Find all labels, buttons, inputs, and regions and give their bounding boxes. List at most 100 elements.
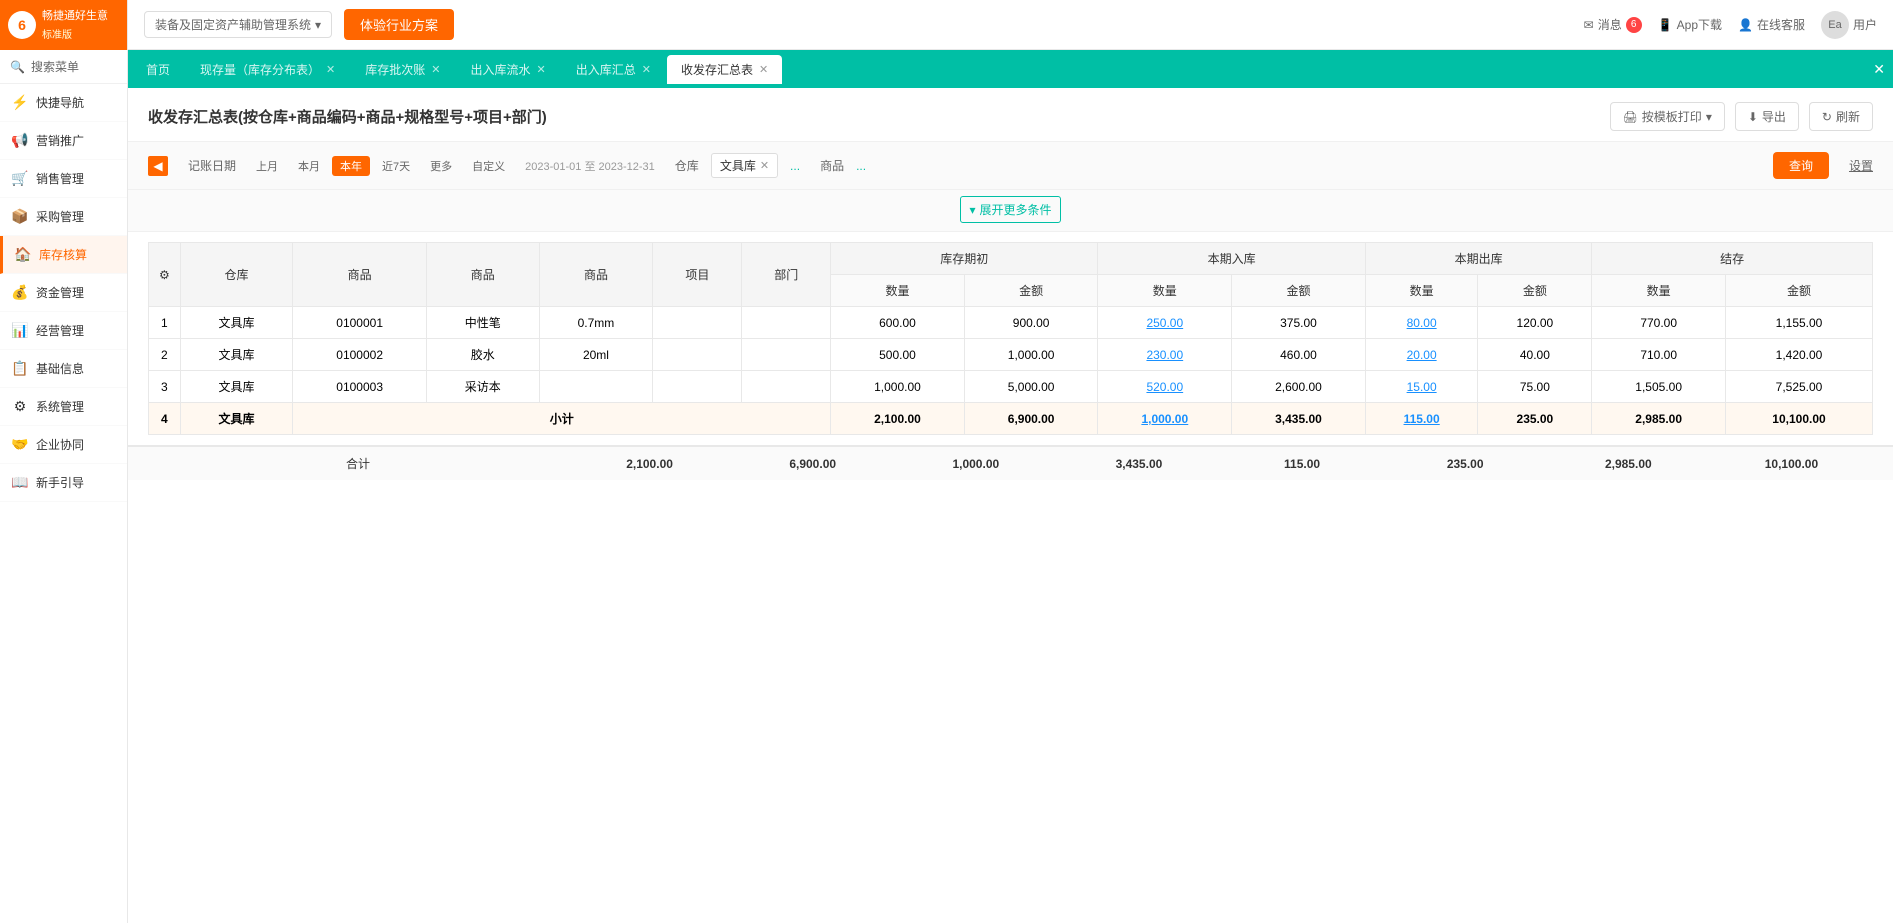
sidebar-label-collab: 企业协同 (36, 436, 84, 453)
tab-batch_account[interactable]: 库存批次账✕ (351, 55, 454, 84)
online-service-item[interactable]: 👤 在线客服 (1738, 16, 1805, 33)
sidebar-item-sales[interactable]: 🛒销售管理 (0, 160, 127, 198)
cell-in-qty-1[interactable]: 230.00 (1098, 339, 1232, 371)
date-btn-this-month[interactable]: 本月 (290, 156, 328, 176)
tab-in_out_flow[interactable]: 出入库流水✕ (456, 55, 559, 84)
subtotal-closing-amt: 10,100.00 (1726, 403, 1873, 435)
message-label: 消息 (1598, 16, 1622, 33)
date-btn-custom[interactable]: 自定义 (464, 156, 513, 176)
cell-closing-amt-2: 7,525.00 (1726, 371, 1873, 403)
tab-label-home: 首页 (146, 61, 170, 78)
search-icon: 🔍 (10, 60, 25, 74)
user-item[interactable]: Ea 用户 (1821, 11, 1877, 39)
cell-open-amt-0: 900.00 (964, 307, 1098, 339)
message-item[interactable]: ✉ 消息 6 (1584, 16, 1642, 33)
sidebar-logo: 6 畅捷通好生意 标准版 (0, 0, 127, 50)
cell-in-amt-2: 2,600.00 (1232, 371, 1366, 403)
cell-open-qty-0: 600.00 (831, 307, 965, 339)
date-btn-more[interactable]: 更多 (422, 156, 460, 176)
cell-project-1 (653, 339, 742, 371)
header-left: 装备及固定资产辅助管理系统 ▾ 体验行业方案 (144, 9, 454, 40)
col-out-amt-header: 金额 (1478, 275, 1592, 307)
col-department-header: 部门 (742, 243, 831, 307)
sidebar-item-finance[interactable]: 💰资金管理 (0, 274, 127, 312)
cell-closing-qty-2: 1,505.00 (1592, 371, 1726, 403)
logo-icon: 6 (8, 11, 36, 39)
tabs-container: 首页现存量（库存分布表）✕库存批次账✕出入库流水✕出入库汇总✕ 收发存汇总表 ✕ (132, 55, 1871, 84)
collab-icon: 🤝 (12, 437, 28, 453)
cell-no-2: 3 (149, 371, 181, 403)
warehouse-tag-text: 文具库 (720, 157, 756, 174)
col-opening-amt-header: 金额 (964, 275, 1098, 307)
tab-receive_send_summary[interactable]: 收发存汇总表 ✕ (667, 55, 782, 84)
col-closing-qty-header: 数量 (1592, 275, 1726, 307)
warehouse-tag-close[interactable]: ✕ (760, 159, 769, 172)
sidebar-search[interactable]: 🔍 搜索菜单 (0, 50, 127, 84)
export-button[interactable]: ⬇ 导出 (1735, 102, 1799, 131)
tab-close-receive_send_summary[interactable]: ✕ (759, 63, 768, 76)
system-icon: ⚙ (12, 399, 28, 415)
subtotal-out-amt: 235.00 (1478, 403, 1592, 435)
total-opening-amt: 6,900.00 (731, 457, 894, 471)
tab-home[interactable]: 首页 (132, 55, 184, 84)
tab-close-batch_account[interactable]: ✕ (431, 63, 440, 76)
subtotal-out-qty[interactable]: 115.00 (1365, 403, 1478, 435)
table-row: 1 文具库 0100001 中性笔 0.7mm 600.00 900.00 25… (149, 307, 1873, 339)
subtotal-open-qty: 2,100.00 (831, 403, 965, 435)
date-btn-7days[interactable]: 近7天 (374, 156, 418, 176)
table-body: 1 文具库 0100001 中性笔 0.7mm 600.00 900.00 25… (149, 307, 1873, 435)
subtotal-warehouse: 文具库 (180, 403, 293, 435)
refresh-button[interactable]: ↻ 刷新 (1809, 102, 1873, 131)
app-download-item[interactable]: 📱 App下载 (1658, 16, 1722, 33)
tab-label-receive_send_summary: 收发存汇总表 (681, 61, 753, 78)
system-selector[interactable]: 装备及固定资产辅助管理系统 ▾ (144, 11, 332, 38)
date-btn-this-year[interactable]: 本年 (332, 156, 370, 176)
warehouse-more[interactable]: ... (790, 159, 800, 173)
date-btn-last-month[interactable]: 上月 (248, 156, 286, 176)
user-label: 用户 (1853, 16, 1877, 33)
cell-open-amt-2: 5,000.00 (964, 371, 1098, 403)
print-button[interactable]: 🖨 按模板打印 ▾ (1610, 102, 1725, 131)
sidebar-item-collab[interactable]: 🤝 企业协同 (0, 426, 127, 464)
goods-more[interactable]: ... (856, 159, 866, 173)
col-in-qty-header: 数量 (1098, 275, 1232, 307)
tab-close-in_out_summary[interactable]: ✕ (642, 63, 651, 76)
try-button[interactable]: 体验行业方案 (344, 9, 454, 40)
filter-collapse-button[interactable]: ◀ (148, 156, 168, 176)
avatar: Ea (1821, 11, 1849, 39)
cell-out-qty-0[interactable]: 80.00 (1365, 307, 1478, 339)
bottom-total-bar: 合计 2,100.00 6,900.00 1,000.00 3,435.00 1… (128, 445, 1893, 480)
cell-out-qty-2[interactable]: 15.00 (1365, 371, 1478, 403)
query-button[interactable]: 查询 (1773, 152, 1829, 179)
tab-bar-close[interactable]: ✕ (1873, 61, 1885, 78)
sidebar-item-marketing[interactable]: 📢营销推广 (0, 122, 127, 160)
sidebar-item-quick[interactable]: ⚡快捷导航 (0, 84, 127, 122)
sidebar-item-basic[interactable]: 📋基础信息 (0, 350, 127, 388)
total-out-qty: 115.00 (1221, 457, 1384, 471)
tab-close-inventory_dist[interactable]: ✕ (326, 63, 335, 76)
expand-conditions-button[interactable]: ▾ 展开更多条件 (960, 196, 1060, 223)
col-closing-amt-header: 金额 (1726, 275, 1873, 307)
sidebar-item-guide[interactable]: 📖新手引导 (0, 464, 127, 502)
col-goods-spec-header: 商品 (539, 243, 653, 307)
tab-inventory_dist[interactable]: 现存量（库存分布表）✕ (186, 55, 349, 84)
date-shortcuts: 上月 本月 本年 近7天 更多 自定义 (248, 156, 513, 176)
subtotal-in-qty[interactable]: 1,000.00 (1098, 403, 1232, 435)
cell-out-qty-1[interactable]: 20.00 (1365, 339, 1478, 371)
sidebar-item-system[interactable]: ⚙ 系统管理 (0, 388, 127, 426)
tab-in_out_summary[interactable]: 出入库汇总✕ (562, 55, 665, 84)
sidebar-item-inventory[interactable]: 🏠库存核算 (0, 236, 127, 274)
sidebar-label-basic: 基础信息 (36, 360, 84, 377)
warehouse-filter-row: 仓库 文具库 ✕ ... (675, 153, 800, 178)
cell-in-qty-0[interactable]: 250.00 (1098, 307, 1232, 339)
sidebar-label-marketing: 营销推广 (36, 132, 84, 149)
sidebar-item-operation[interactable]: 📊经营管理 (0, 312, 127, 350)
filter-settings-button[interactable]: 设置 (1849, 157, 1873, 174)
tab-close-in_out_flow[interactable]: ✕ (537, 63, 546, 76)
cell-name-0: 中性笔 (426, 307, 539, 339)
cell-dept-1 (742, 339, 831, 371)
sidebar-item-purchase[interactable]: 📦采购管理 (0, 198, 127, 236)
sidebar-label-system: 系统管理 (36, 398, 84, 415)
col-settings-header[interactable]: ⚙ (149, 243, 181, 307)
cell-in-qty-2[interactable]: 520.00 (1098, 371, 1232, 403)
